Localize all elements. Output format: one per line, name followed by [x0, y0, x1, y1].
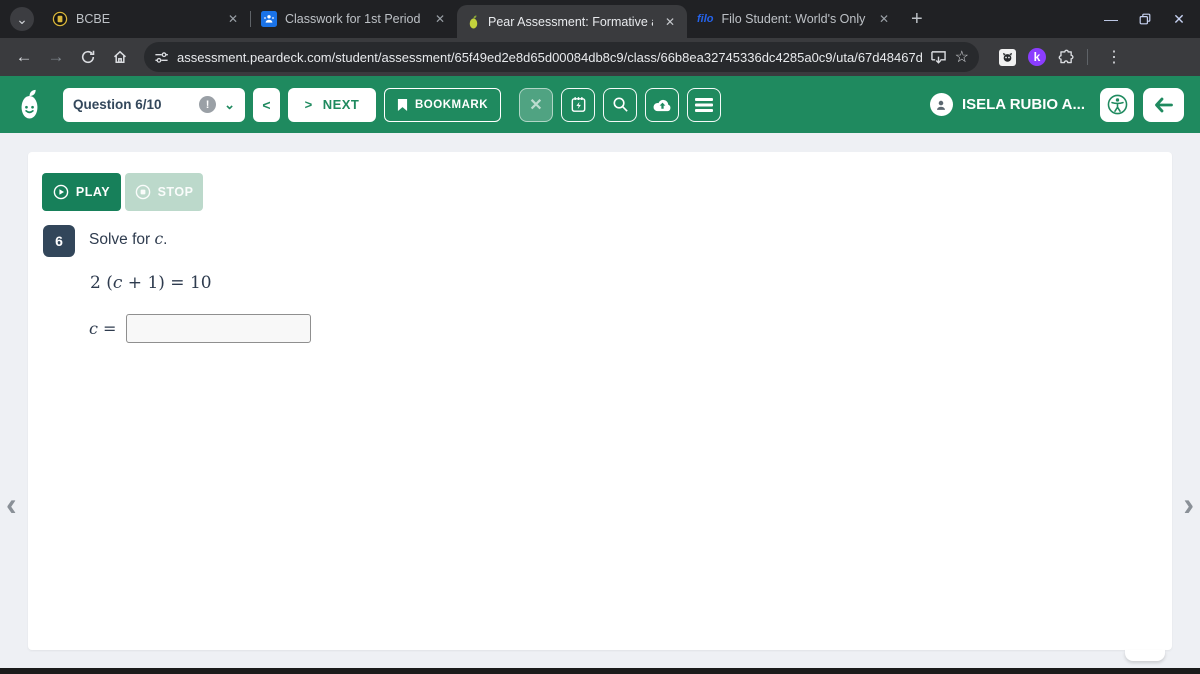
answer-variable: c: [89, 319, 98, 338]
forward-icon[interactable]: →: [42, 43, 70, 71]
tab-title: Classwork for 1st Period - Barn: [285, 12, 423, 26]
tab-classwork[interactable]: Classwork for 1st Period - Barn ✕: [251, 0, 457, 38]
site-info-icon[interactable]: [154, 50, 169, 65]
address-bar: ← → assessment.peardeck.com/student/asse…: [0, 38, 1200, 76]
google-classroom-icon: [261, 11, 277, 27]
magnifier-icon: [611, 95, 630, 114]
kami-extension-icon[interactable]: k: [1028, 48, 1046, 66]
tab-title: Pear Assessment: Formative an: [488, 14, 653, 29]
tab-title: BCBE: [76, 12, 111, 26]
tab-close-icon[interactable]: ✕: [875, 10, 893, 28]
cloud-upload-icon: [652, 96, 673, 113]
answer-row: c =: [89, 314, 312, 343]
close-window-button[interactable]: ✕: [1164, 4, 1194, 34]
pear-toolbar: Question 6/10 ! ⌄ < > NEXT BOOKMARK ✕ IS…: [0, 76, 1200, 133]
screen-bottom-edge: [0, 668, 1200, 674]
back-icon[interactable]: ←: [10, 43, 38, 71]
tab-close-icon[interactable]: ✕: [661, 13, 679, 31]
question-prompt: Solve for c.: [89, 230, 167, 249]
stop-label: STOP: [157, 185, 194, 199]
answer-label: c =: [89, 319, 116, 338]
chrome-menu-icon[interactable]: ⋮: [1100, 47, 1128, 67]
accessibility-icon: [1107, 94, 1128, 115]
bookmark-flag-icon: [397, 98, 408, 112]
toolbar-right-group: ISELA RUBIO A...: [929, 87, 1184, 122]
equation-pre: 2 (: [90, 273, 113, 293]
browser-window: ⌄ BCBE ✕ Classwork for 1st Period - Barn…: [0, 0, 1200, 674]
chevron-down-icon: ⌄: [16, 10, 28, 27]
bookmark-button[interactable]: BOOKMARK: [384, 87, 501, 122]
answer-equals: =: [97, 319, 117, 338]
equation-post: + 1) = 10: [122, 273, 212, 293]
tab-search-button[interactable]: ⌄: [10, 7, 34, 31]
stop-icon: [135, 184, 151, 200]
tab-pear-assessment-active[interactable]: Pear Assessment: Formative an ✕: [457, 5, 687, 38]
exit-button[interactable]: [1143, 87, 1184, 122]
alert-icon: !: [199, 96, 217, 113]
stop-audio-button-disabled: STOP: [125, 173, 203, 211]
pear-deck-logo-icon: [16, 88, 43, 122]
answer-input[interactable]: [126, 314, 312, 343]
reload-icon[interactable]: [74, 43, 102, 71]
window-controls: — ✕: [1096, 0, 1194, 38]
home-icon[interactable]: [106, 43, 134, 71]
previous-question-button[interactable]: <: [253, 87, 280, 122]
cloud-upload-button[interactable]: [645, 87, 679, 122]
minimize-button[interactable]: —: [1096, 4, 1126, 34]
prompt-text: Solve for: [89, 231, 155, 248]
extensions-puzzle-icon[interactable]: [1058, 49, 1075, 66]
equation-variable: c: [112, 273, 123, 293]
url-text[interactable]: assessment.peardeck.com/student/assessme…: [177, 50, 922, 65]
extensions-area: k ⋮: [989, 47, 1132, 67]
question-selector[interactable]: Question 6/10 ! ⌄: [63, 87, 245, 122]
magnifier-button[interactable]: [603, 87, 637, 122]
new-tab-button[interactable]: +: [901, 8, 933, 31]
toolbar-separator: [1087, 49, 1088, 65]
extension-mascot-icon[interactable]: [999, 48, 1016, 66]
next-question-button[interactable]: > NEXT: [288, 87, 376, 122]
clear-button-disabled: ✕: [519, 87, 553, 122]
arrow-left-icon: [1154, 97, 1174, 113]
install-app-icon[interactable]: [930, 50, 947, 65]
play-label: PLAY: [75, 185, 111, 199]
next-slide-arrow[interactable]: ›: [1183, 488, 1194, 520]
tab-close-icon[interactable]: ✕: [224, 10, 242, 28]
pear-favicon-icon: [467, 14, 480, 30]
bookmark-star-icon[interactable]: ☆: [955, 47, 969, 67]
tab-title: Filo Student: World's Only Live: [721, 12, 867, 26]
filo-logo-icon: filo: [697, 13, 714, 25]
next-label: NEXT: [322, 97, 360, 112]
restore-button[interactable]: [1130, 4, 1160, 34]
equation: 2 (c + 1) = 10: [90, 273, 212, 293]
question-selector-label: Question 6/10: [73, 97, 162, 112]
x-icon: ✕: [529, 96, 543, 114]
content-stage: PLAY STOP 6 Solve for c. 2 (c + 1) = 10 …: [0, 133, 1200, 668]
tab-bcbe[interactable]: BCBE ✕: [42, 0, 250, 38]
tab-close-icon[interactable]: ✕: [431, 10, 449, 28]
omnibox[interactable]: assessment.peardeck.com/student/assessme…: [144, 42, 979, 72]
bottom-drawer-handle[interactable]: [1125, 650, 1165, 661]
scratchpad-button[interactable]: [561, 87, 595, 122]
tab-strip: ⌄ BCBE ✕ Classwork for 1st Period - Barn…: [0, 0, 1200, 38]
chevron-down-icon: ⌄: [224, 96, 235, 112]
hamburger-icon: [695, 97, 713, 112]
avatar: [929, 93, 953, 116]
student-name: ISELA RUBIO A...: [961, 96, 1085, 113]
play-audio-button[interactable]: PLAY: [42, 173, 121, 211]
prompt-period: .: [163, 231, 168, 248]
notepad-lightning-icon: [569, 95, 588, 114]
accessibility-button[interactable]: [1100, 87, 1134, 122]
prompt-variable: c: [154, 230, 164, 248]
chevron-right-icon: >: [304, 97, 313, 112]
prev-slide-arrow[interactable]: ‹: [6, 488, 17, 520]
bcbe-favicon-icon: [52, 11, 68, 27]
bookmark-label: BOOKMARK: [415, 98, 488, 111]
tab-filo[interactable]: filo Filo Student: World's Only Live ✕: [687, 0, 901, 38]
question-number-badge: 6: [43, 225, 75, 257]
question-card: PLAY STOP 6 Solve for c. 2 (c + 1) = 10 …: [28, 152, 1172, 650]
menu-lines-button[interactable]: [687, 87, 721, 122]
play-icon: [53, 184, 69, 200]
